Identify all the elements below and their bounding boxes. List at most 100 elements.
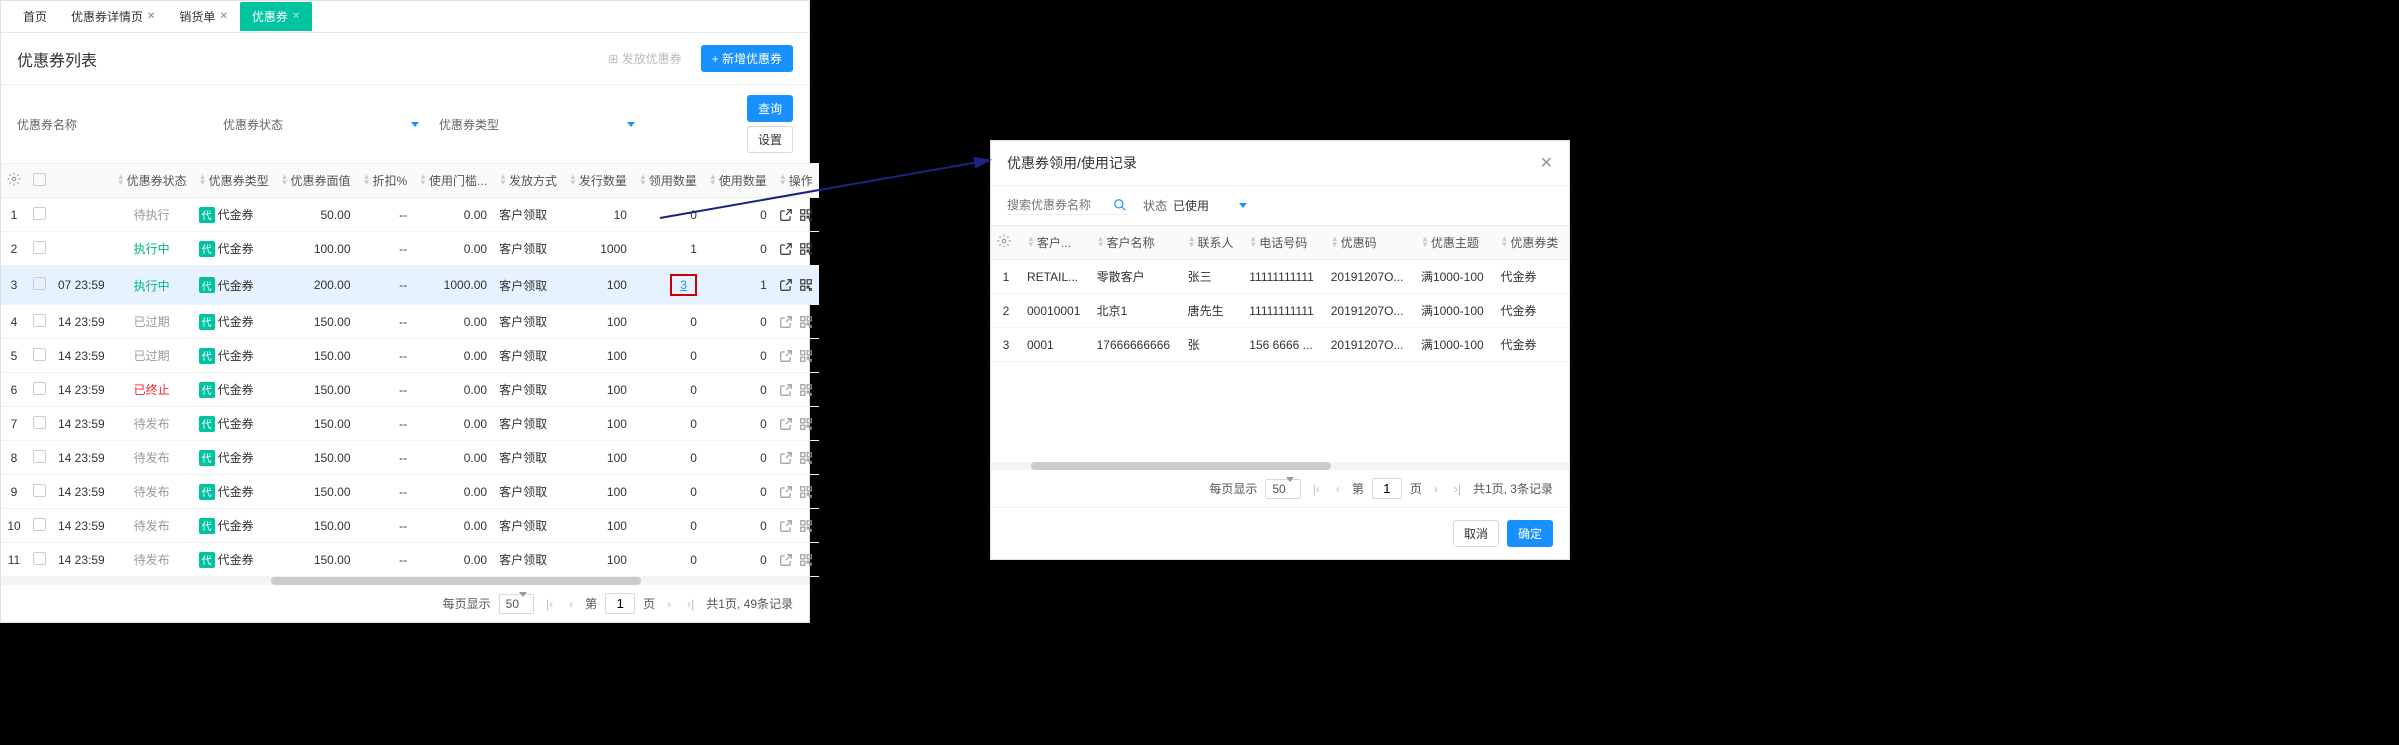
qr-icon[interactable]	[799, 242, 813, 256]
gear-column[interactable]	[1, 164, 27, 198]
qr-icon[interactable]	[799, 278, 813, 292]
table-row[interactable]: 814 23:59待发布代代金券150.00--0.00客户领取10000	[1, 441, 819, 475]
prev-page-button[interactable]: ‹	[565, 597, 577, 611]
table-row[interactable]: 414 23:59已过期代代金券150.00--0.00客户领取10000	[1, 305, 819, 339]
share-icon[interactable]	[779, 451, 793, 465]
filter-name-input[interactable]	[83, 114, 203, 134]
row-checkbox[interactable]	[33, 241, 46, 254]
cancel-button[interactable]: 取消	[1453, 520, 1499, 547]
qr-icon[interactable]	[799, 383, 813, 397]
qr-icon[interactable]	[799, 417, 813, 431]
qr-icon[interactable]	[799, 451, 813, 465]
tab-首页[interactable]: 首页	[11, 2, 59, 31]
select-all[interactable]	[27, 164, 52, 198]
page-input[interactable]	[605, 593, 635, 614]
next-page-button[interactable]: ›	[663, 597, 675, 611]
qr-icon[interactable]	[799, 519, 813, 533]
modal-per-page-select[interactable]: 50	[1265, 479, 1300, 499]
claimed-link[interactable]: 3	[670, 274, 697, 296]
row-checkbox[interactable]	[33, 484, 46, 497]
add-coupon-button[interactable]: + 新增优惠券	[701, 45, 793, 72]
row-checkbox[interactable]	[33, 207, 46, 220]
share-icon[interactable]	[779, 349, 793, 363]
issue-coupon-button[interactable]: ⊞ 发放优惠券	[597, 45, 692, 72]
table-row[interactable]: 914 23:59待发布代代金券150.00--0.00客户领取10000	[1, 475, 819, 509]
ok-button[interactable]: 确定	[1507, 520, 1553, 547]
search-input[interactable]	[1007, 198, 1107, 212]
share-icon[interactable]	[779, 485, 793, 499]
table-row[interactable]: 514 23:59已过期代代金券150.00--0.00客户领取10000	[1, 339, 819, 373]
row-checkbox[interactable]	[33, 450, 46, 463]
close-icon[interactable]: ✕	[292, 11, 300, 22]
table-row[interactable]: 307 23:59执行中代代金券200.00--1000.00客户领取10031	[1, 266, 819, 305]
col-header[interactable]: ▲▼优惠主题	[1415, 226, 1495, 260]
table-row[interactable]: 200010001北京1唐先生1111111111120191207O...满1…	[991, 294, 1569, 328]
col-header[interactable]: ▲▼折扣%	[357, 164, 414, 198]
query-button[interactable]: 查询	[747, 95, 793, 122]
col-header[interactable]: ▲▼优惠券类	[1495, 226, 1570, 260]
qr-icon[interactable]	[799, 553, 813, 567]
modal-last-page[interactable]: ›|	[1450, 482, 1465, 496]
row-checkbox[interactable]	[33, 518, 46, 531]
col-header[interactable]: ▲▼发行数量	[563, 164, 633, 198]
share-icon[interactable]	[779, 519, 793, 533]
row-checkbox[interactable]	[33, 552, 46, 565]
share-icon[interactable]	[779, 208, 793, 222]
col-header[interactable]: ▲▼优惠码	[1325, 226, 1415, 260]
modal-prev-page[interactable]: ‹	[1332, 482, 1344, 496]
per-page-select[interactable]: 50	[499, 594, 534, 614]
table-row[interactable]: 1114 23:59待发布代代金券150.00--0.00客户领取10000	[1, 543, 819, 577]
share-icon[interactable]	[779, 553, 793, 567]
table-row[interactable]: 714 23:59待发布代代金券150.00--0.00客户领取10000	[1, 407, 819, 441]
table-row[interactable]: 2执行中代代金券100.00--0.00客户领取100010	[1, 232, 819, 266]
col-header[interactable]: ▲▼电话号码	[1243, 226, 1324, 260]
modal-page-input[interactable]	[1372, 478, 1402, 499]
col-header[interactable]: ▲▼使用门槛...	[413, 164, 493, 198]
tab-优惠券[interactable]: 优惠券✕	[240, 2, 312, 31]
share-icon[interactable]	[779, 242, 793, 256]
col-header[interactable]: ▲▼客户...	[1021, 226, 1091, 260]
search-box[interactable]	[1007, 196, 1127, 215]
modal-first-page[interactable]: |‹	[1309, 482, 1324, 496]
qr-icon[interactable]	[799, 349, 813, 363]
col-header[interactable]: ▲▼优惠券状态	[111, 164, 193, 198]
modal-status-select[interactable]: 已使用	[1173, 197, 1247, 214]
row-checkbox[interactable]	[33, 416, 46, 429]
horizontal-scrollbar[interactable]	[1, 577, 809, 585]
col-header[interactable]: ▲▼优惠券面值	[275, 164, 357, 198]
first-page-button[interactable]: |‹	[542, 597, 557, 611]
last-page-button[interactable]: ›|	[683, 597, 698, 611]
close-icon[interactable]: ✕	[1540, 153, 1553, 173]
share-icon[interactable]	[779, 417, 793, 431]
col-header[interactable]: ▲▼发放方式	[493, 164, 563, 198]
row-checkbox[interactable]	[33, 382, 46, 395]
col-header[interactable]: ▲▼领用数量	[633, 164, 703, 198]
settings-button[interactable]: 设置	[747, 126, 793, 153]
tab-销货单[interactable]: 销货单✕	[167, 2, 239, 31]
modal-scrollbar[interactable]	[991, 462, 1569, 470]
filter-type-select[interactable]	[505, 122, 635, 127]
qr-icon[interactable]	[799, 485, 813, 499]
table-row[interactable]: 1014 23:59待发布代代金券150.00--0.00客户领取10000	[1, 509, 819, 543]
col-header[interactable]: ▲▼使用数量	[703, 164, 773, 198]
table-row[interactable]: 3000117666666666张156 6666 ...20191207O..…	[991, 328, 1569, 362]
col-header[interactable]: ▲▼客户名称	[1091, 226, 1182, 260]
filter-status-select[interactable]	[289, 122, 419, 127]
row-checkbox[interactable]	[33, 314, 46, 327]
row-checkbox[interactable]	[33, 348, 46, 361]
table-row[interactable]: 614 23:59已终止代代金券150.00--0.00客户领取10000	[1, 373, 819, 407]
table-row[interactable]: 1待执行代代金券50.00--0.00客户领取1000	[1, 198, 819, 232]
close-icon[interactable]: ✕	[147, 11, 155, 22]
row-checkbox[interactable]	[33, 277, 46, 290]
tab-优惠券详情页[interactable]: 优惠券详情页✕	[59, 2, 167, 31]
col-header[interactable]: ▲▼操作	[773, 164, 819, 198]
col-header[interactable]: ▲▼联系人	[1182, 226, 1244, 260]
gear-column[interactable]	[991, 226, 1021, 260]
share-icon[interactable]	[779, 315, 793, 329]
qr-icon[interactable]	[799, 315, 813, 329]
table-row[interactable]: 1RETAIL...零散客户张三1111111111120191207O...满…	[991, 260, 1569, 294]
modal-next-page[interactable]: ›	[1430, 482, 1442, 496]
close-icon[interactable]: ✕	[219, 11, 227, 22]
qr-icon[interactable]	[799, 208, 813, 222]
col-header[interactable]: ▲▼优惠券类型	[193, 164, 275, 198]
